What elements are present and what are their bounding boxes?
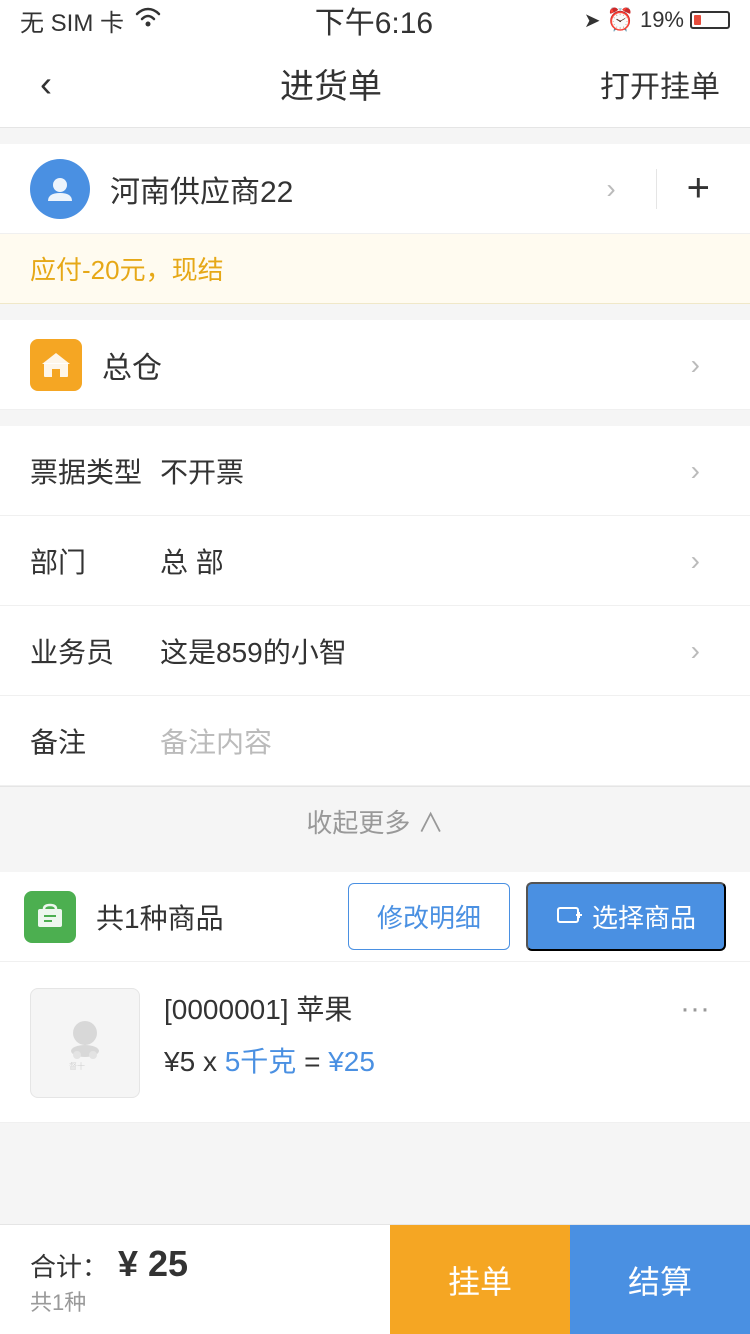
product-thumbnail: 督十 [30, 988, 140, 1098]
dept-value: 总 部 [160, 541, 691, 581]
warehouse-row[interactable]: 总仓 › [0, 320, 750, 410]
supplier-alert: 应付-20元，现结 [0, 234, 750, 304]
invoice-chevron-icon: › [691, 455, 700, 487]
invoice-label: 票据类型 [30, 451, 160, 491]
dept-label: 部门 [30, 541, 160, 581]
alarm-icon: ⏰ [607, 7, 634, 33]
back-button[interactable]: ‹ [30, 53, 62, 115]
edit-detail-button[interactable]: 修改明细 [348, 883, 510, 950]
product-title: 苹果 [296, 994, 352, 1025]
salesman-row[interactable]: 业务员 这是859的小智 › [0, 606, 750, 696]
total-amount: ¥ 25 [118, 1243, 188, 1285]
remark-row[interactable]: 备注 备注内容 [0, 696, 750, 786]
product-total: ¥25 [328, 1046, 375, 1077]
total-label: 合计： ¥ 25 [30, 1243, 360, 1285]
total-sub: 共1种 [30, 1285, 360, 1317]
checkout-button[interactable]: 结算 [570, 1225, 750, 1334]
nav-bar: ‹ 进货单 打开挂单 [0, 40, 750, 128]
open-pending-button[interactable]: 打开挂单 [600, 62, 720, 106]
product-info: [0000001] 苹果 ¥5 x 5千克 = ¥25 [164, 988, 670, 1080]
battery-pct: 19% [640, 7, 684, 33]
bottom-bar: 合计： ¥ 25 共1种 挂单 结算 [0, 1224, 750, 1334]
hang-button[interactable]: 挂单 [390, 1225, 570, 1334]
status-right: ➤ ⏰ 19% [584, 7, 730, 33]
svg-text:督十: 督十 [69, 1061, 85, 1071]
product-name: [0000001] 苹果 [164, 988, 670, 1028]
warehouse-chevron-icon: › [691, 349, 700, 381]
salesman-chevron-icon: › [691, 635, 700, 667]
products-card: 共1种商品 修改明细 选择商品 [0, 872, 750, 1123]
supplier-name: 河南供应商22 [110, 167, 606, 211]
product-menu-button[interactable]: ··· [670, 988, 720, 1030]
supplier-chevron-icon: › [606, 173, 615, 205]
supplier-card: 河南供应商22 › + 应付-20元，现结 [0, 144, 750, 304]
product-qty: 5千克 [225, 1046, 297, 1077]
main-content: 河南供应商22 › + 应付-20元，现结 总仓 › 票据类型 不开票 › [0, 144, 750, 1243]
divider [656, 169, 657, 209]
invoice-row[interactable]: 票据类型 不开票 › [0, 426, 750, 516]
dept-row[interactable]: 部门 总 部 › [0, 516, 750, 606]
page-title: 进货单 [280, 59, 382, 108]
salesman-value: 这是859的小智 [160, 631, 691, 671]
dept-chevron-icon: › [691, 545, 700, 577]
location-icon: ➤ [584, 8, 601, 33]
product-price: ¥5 x 5千克 = ¥25 [164, 1040, 670, 1080]
time-label: 下午6:16 [315, 0, 433, 42]
products-icon [24, 891, 76, 943]
carrier-label: 无 SIM 卡 [20, 3, 124, 38]
form-card: 票据类型 不开票 › 部门 总 部 › 业务员 这是859的小智 › 备注 备注… [0, 426, 750, 786]
products-header: 共1种商品 修改明细 选择商品 [0, 872, 750, 962]
add-supplier-button[interactable]: + [677, 156, 720, 221]
select-product-button[interactable]: 选择商品 [526, 882, 726, 951]
collapse-label: 收起更多 ∧ [306, 803, 443, 840]
warehouse-icon [30, 339, 82, 391]
status-left: 无 SIM 卡 [20, 3, 164, 38]
supplier-avatar [30, 159, 90, 219]
invoice-value: 不开票 [160, 451, 691, 491]
product-code: [0000001] [164, 994, 289, 1025]
remark-value: 备注内容 [160, 721, 720, 761]
remark-label: 备注 [30, 721, 160, 761]
product-item: 督十 [0000001] 苹果 ¥5 x 5千克 = ¥25 ··· [0, 964, 750, 1123]
select-product-label: 选择商品 [592, 898, 696, 935]
products-count: 共1种商品 [96, 897, 348, 937]
supplier-row[interactable]: 河南供应商22 › + [0, 144, 750, 234]
wifi-icon [132, 6, 164, 35]
collapse-bar[interactable]: 收起更多 ∧ [0, 786, 750, 856]
total-section: 合计： ¥ 25 共1种 [0, 1243, 390, 1317]
warehouse-card: 总仓 › [0, 320, 750, 410]
status-bar: 无 SIM 卡 下午6:16 ➤ ⏰ 19% [0, 0, 750, 40]
warehouse-name: 总仓 [102, 343, 691, 387]
salesman-label: 业务员 [30, 631, 160, 671]
battery-icon [690, 11, 730, 29]
